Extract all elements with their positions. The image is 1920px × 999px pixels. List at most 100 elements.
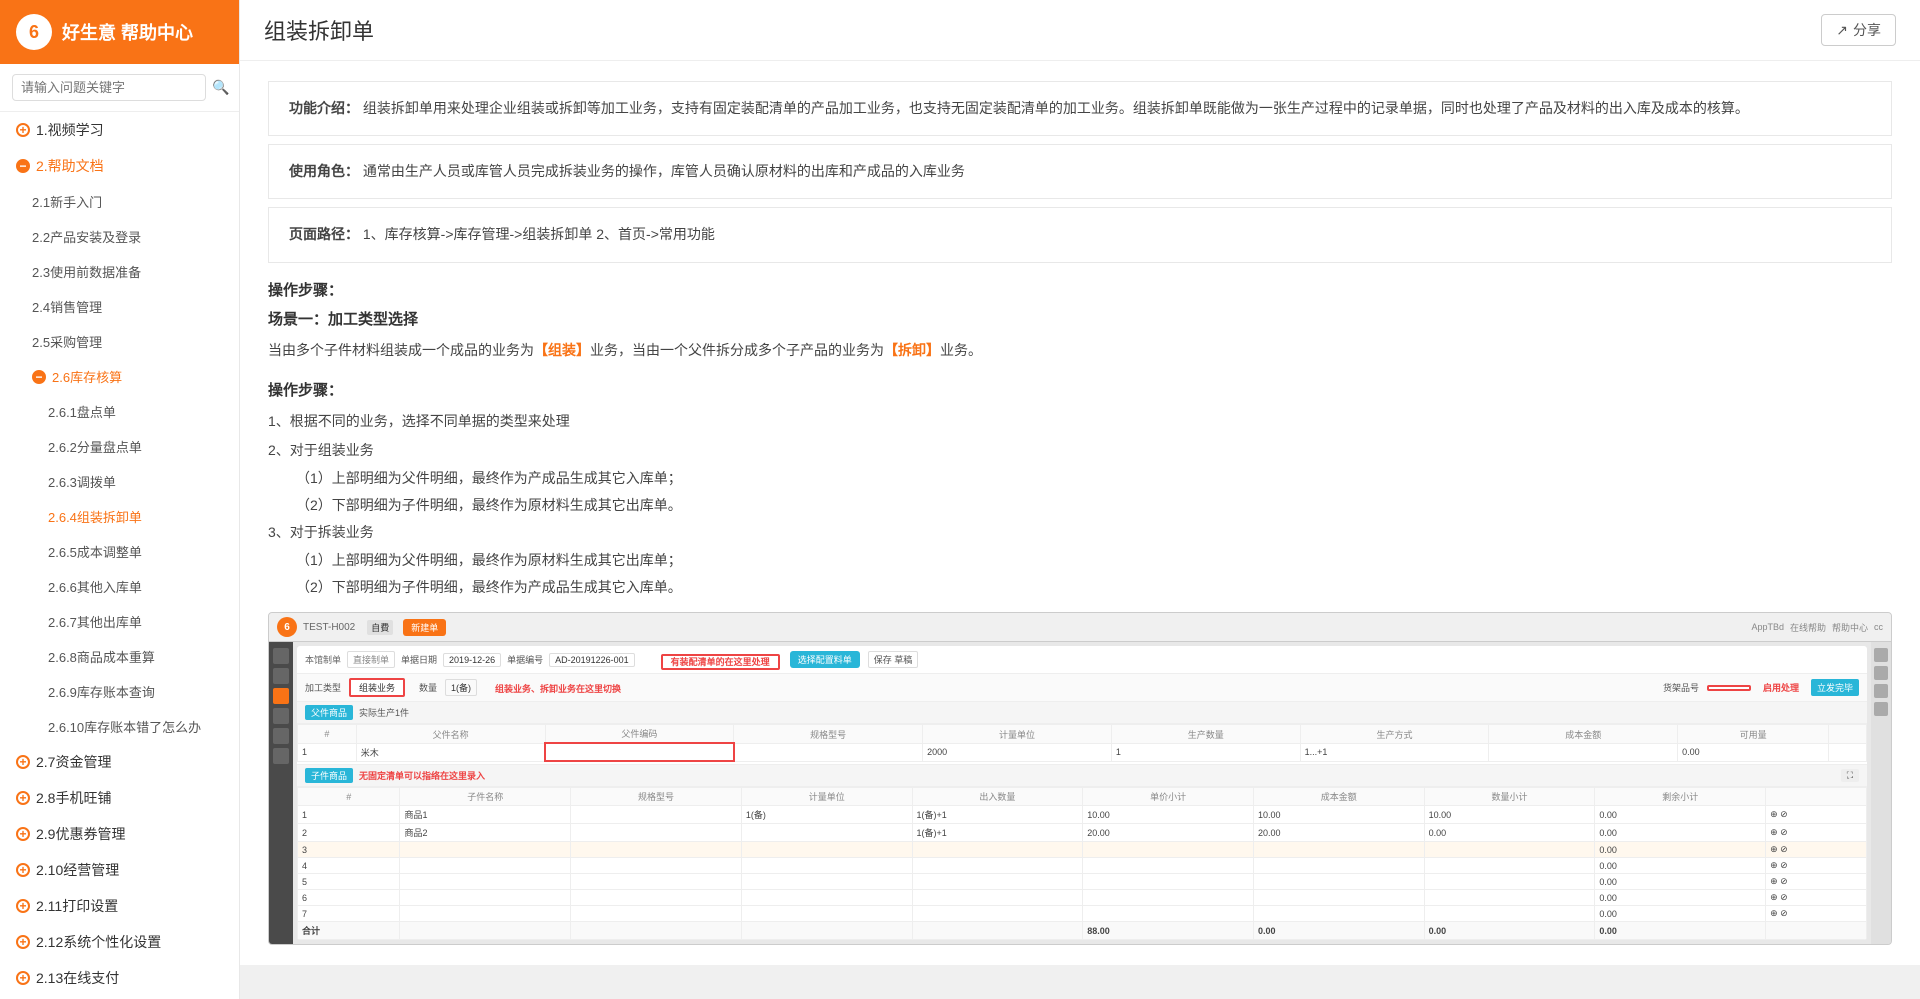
mock-sub-section-toggle[interactable]: 子件商品 bbox=[305, 768, 353, 783]
sidebar-item-inventory[interactable]: 2.6库存核算 bbox=[0, 359, 239, 394]
mock-apply-btn[interactable]: 立发完毕 bbox=[1811, 679, 1859, 696]
col-num: # bbox=[298, 725, 357, 744]
mock-nav-home: 自費 bbox=[367, 620, 393, 635]
col-spec: 规格型号 bbox=[734, 725, 923, 744]
mock-type-value[interactable]: 组装业务 bbox=[349, 678, 405, 697]
mock-right-icon-2 bbox=[1874, 666, 1888, 680]
mock-section-toggle[interactable]: 父件商品 bbox=[305, 705, 353, 720]
sidebar-item-online[interactable]: 2.13在线支付 bbox=[0, 960, 239, 996]
sidebar-item-label: 2.5采购管理 bbox=[32, 332, 102, 351]
mock-service-btn: 帮助中心 bbox=[1832, 621, 1868, 634]
mock-qty-value[interactable]: 1(备) bbox=[445, 679, 477, 696]
sidebar-item-coupon[interactable]: 2.9优惠券管理 bbox=[0, 816, 239, 852]
role-block: 使用角色： 通常由生产人员或库管人员完成拆装业务的操作，库管人员确认原材料的出库… bbox=[268, 144, 1892, 199]
sidebar-item-label: 2.6库存核算 bbox=[52, 367, 122, 386]
steps-title: 操作步骤： bbox=[268, 379, 1892, 400]
sidebar-item-install[interactable]: 2.2产品安装及登录 bbox=[0, 219, 239, 254]
step-sub-assemble-2: （2）下部明细为子件明细，最终作为原材料生成其它出库单。 bbox=[296, 492, 1892, 519]
sidebar-item-label: 2.6.2分量盘点单 bbox=[48, 437, 142, 456]
main-header: 组装拆卸单 ↗ 分享 bbox=[240, 0, 1920, 61]
sidebar-item-ops[interactable]: 2.10经营管理 bbox=[0, 852, 239, 888]
mock-icon-5 bbox=[273, 728, 289, 744]
bottom-table: # 子件名称 规格型号 计量单位 出入数量 单价小计 成本金额 数量小计 剩余小… bbox=[297, 787, 1867, 940]
nav-section: 1.视频学习 2.帮助文档 2.1新手入门 2.2产品安装及登录 2.3使用前数… bbox=[0, 112, 239, 999]
sidebar-item-video[interactable]: 1.视频学习 bbox=[0, 112, 239, 148]
sidebar-item-label: 2.6.6其他入库单 bbox=[48, 577, 142, 596]
col-parent-name: 父件名称 bbox=[356, 725, 545, 744]
sidebar-item-new[interactable]: 2.1新手入门 bbox=[0, 184, 239, 219]
sidebar-item-finance[interactable]: 2.7资金管理 bbox=[0, 744, 239, 780]
sidebar-item-label: 2.6.8商品成本重算 bbox=[48, 647, 155, 666]
sidebar-item-mobile[interactable]: 2.8手机旺铺 bbox=[0, 780, 239, 816]
mock-date-value[interactable]: 2019-12-26 bbox=[443, 653, 501, 667]
share-button[interactable]: ↗ 分享 bbox=[1821, 14, 1896, 46]
table-row: 4 0.00 ⊕ ⊘ bbox=[298, 858, 1867, 874]
mock-icon-3 bbox=[273, 688, 289, 704]
sidebar-item-label: 2.6.7其他出库单 bbox=[48, 612, 142, 631]
table-row: 6 0.00 ⊕ ⊘ bbox=[298, 890, 1867, 906]
sidebar-item-docs[interactable]: 2.帮助文档 bbox=[0, 148, 239, 184]
main-content: 组装拆卸单 ↗ 分享 功能介绍： 组装拆卸单用来处理企业组装或拆卸等加工业务，支… bbox=[240, 0, 1920, 999]
sidebar-item-purchase[interactable]: 2.5采购管理 bbox=[0, 324, 239, 359]
sidebar-item-label: 2.6.10库存账本错了怎么办 bbox=[48, 717, 201, 736]
mock-right-icon-3 bbox=[1874, 684, 1888, 698]
expand-icon bbox=[16, 935, 30, 949]
sidebar-item-print[interactable]: 2.11打印设置 bbox=[0, 888, 239, 924]
sidebar-item-inv2610[interactable]: 2.6.10库存账本错了怎么办 bbox=[0, 709, 239, 744]
sidebar-item-label: 2.1新手入门 bbox=[32, 192, 102, 211]
col-produce-qty: 生产数量 bbox=[1111, 725, 1300, 744]
search-icon[interactable]: 🔍 bbox=[212, 79, 229, 96]
mock-user: cc bbox=[1874, 622, 1883, 632]
sidebar-item-inv261[interactable]: 2.6.1盘点单 bbox=[0, 394, 239, 429]
step-item-2: 2、对于组装业务 bbox=[268, 437, 1892, 464]
mock-help-btn: 在线帮助 bbox=[1790, 621, 1826, 634]
search-input[interactable] bbox=[12, 74, 206, 101]
sidebar-item-data[interactable]: 2.3使用前数据准备 bbox=[0, 254, 239, 289]
intro-block: 功能介绍： 组装拆卸单用来处理企业组装或拆卸等加工业务，支持有固定装配清单的产品… bbox=[268, 81, 1892, 136]
mock-code-value[interactable]: AD-20191226-001 bbox=[549, 653, 635, 667]
mock-icon-6 bbox=[273, 748, 289, 764]
path-block: 页面路径： 1、库存核算->库存管理->组装拆卸单 2、首页->常用功能 bbox=[268, 207, 1892, 262]
mock-type-label: 加工类型 bbox=[305, 681, 341, 694]
sidebar-item-label: 2.8手机旺铺 bbox=[36, 788, 111, 808]
sidebar-item-inv263[interactable]: 2.6.3调拨单 bbox=[0, 464, 239, 499]
col-unit: 计量单位 bbox=[923, 725, 1112, 744]
mock-app-btn: AppTBd bbox=[1751, 622, 1784, 632]
logo: 6 bbox=[16, 14, 52, 50]
col-cost: 成本金额 bbox=[1489, 725, 1678, 744]
step-item-3: 3、对于拆装业务 bbox=[268, 519, 1892, 546]
mock-btn-edit[interactable]: 直接制单 bbox=[347, 651, 395, 668]
sidebar-item-inv266[interactable]: 2.6.6其他入库单 bbox=[0, 569, 239, 604]
sidebar-item-sales[interactable]: 2.4销售管理 bbox=[0, 289, 239, 324]
sidebar-item-label: 2.2产品安装及登录 bbox=[32, 227, 141, 246]
expand-icon bbox=[16, 791, 30, 805]
mock-qty-label: 数量 bbox=[419, 681, 437, 694]
step-sub-assemble-1: （1）上部明细为父件明细，最终作为产成品生成其它入库单； bbox=[296, 465, 1892, 492]
col-available: 可用量 bbox=[1678, 725, 1829, 744]
expand-icon bbox=[16, 863, 30, 877]
sidebar-item-inv264[interactable]: 2.6.4组装拆卸单 bbox=[0, 499, 239, 534]
mock-process-btn[interactable]: 选择配置料单 bbox=[790, 651, 860, 668]
sidebar-item-inv262[interactable]: 2.6.2分量盘点单 bbox=[0, 429, 239, 464]
ops-title: 操作步骤： bbox=[268, 279, 1892, 300]
mock-nav-new: 新建单 bbox=[403, 619, 446, 636]
sidebar-item-inv267[interactable]: 2.6.7其他出库单 bbox=[0, 604, 239, 639]
mock-applied-field[interactable] bbox=[1707, 685, 1751, 691]
content-wrapper: 功能介绍： 组装拆卸单用来处理企业组装或拆卸等加工业务，支持有固定装配清单的产品… bbox=[240, 61, 1920, 965]
mock-annotation2: 组装业务、拆卸业务在这里切换 bbox=[495, 682, 621, 695]
sidebar-item-label: 2.9优惠券管理 bbox=[36, 824, 125, 844]
sidebar-item-label: 2.3使用前数据准备 bbox=[32, 262, 141, 281]
mock-btn-save[interactable]: 保存 草稿 bbox=[868, 651, 919, 668]
sidebar-item-label: 2.6.3调拨单 bbox=[48, 472, 116, 491]
sidebar-item-inv268[interactable]: 2.6.8商品成本重算 bbox=[0, 639, 239, 674]
sidebar-item-inv269[interactable]: 2.6.9库存账本查询 bbox=[0, 674, 239, 709]
mock-section-label: 实际生产1件 bbox=[359, 706, 409, 719]
app-title: 好生意 帮助中心 bbox=[62, 19, 193, 45]
sidebar-item-label: 1.视频学习 bbox=[36, 120, 104, 140]
expand-icon bbox=[16, 827, 30, 841]
mock-logo: 6 bbox=[277, 617, 297, 637]
mock-expand-btn[interactable]: ⛶ bbox=[1841, 769, 1859, 782]
sidebar-item-inv265[interactable]: 2.6.5成本调整单 bbox=[0, 534, 239, 569]
sidebar-item-custom[interactable]: 2.12系统个性化设置 bbox=[0, 924, 239, 960]
step-list: 1、根据不同的业务，选择不同单据的类型来处理 2、对于组装业务 （1）上部明细为… bbox=[268, 408, 1892, 600]
